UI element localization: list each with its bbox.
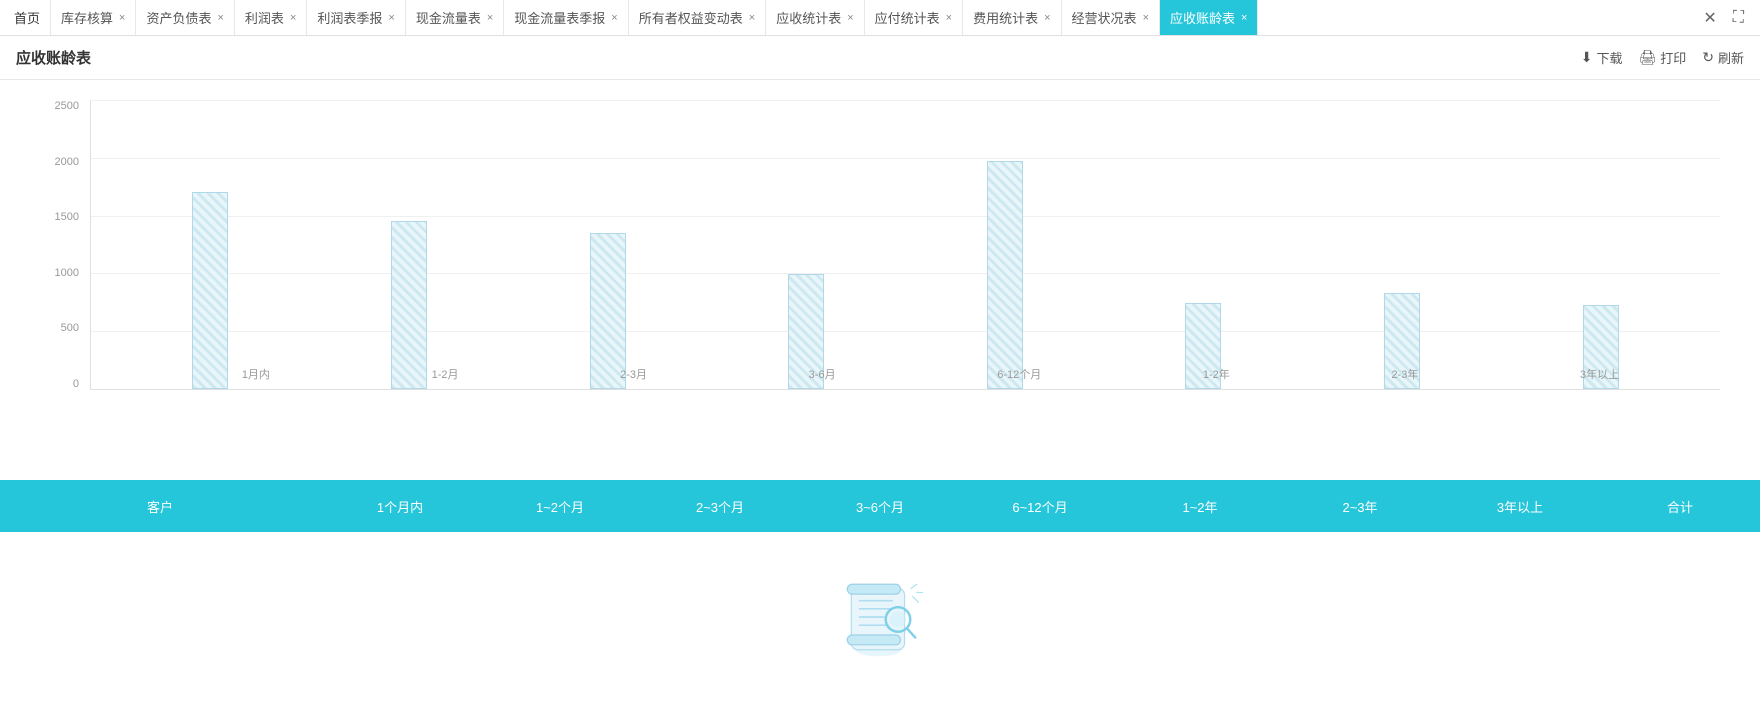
tab-bar: 首页库存核算×资产负债表×利润表×利润表季报×现金流量表×现金流量表季报×所有者… xyxy=(0,0,1760,36)
x-axis-label: 1月内 xyxy=(242,366,270,382)
tab-cashflow[interactable]: 现金流量表 × xyxy=(406,0,504,36)
refresh-button[interactable]: ↻ 刷新 xyxy=(1702,48,1744,67)
tab-expense-stats[interactable]: 费用统计表 × xyxy=(963,0,1061,36)
tab-cashflow-quarter[interactable]: 现金流量表季报 × xyxy=(504,0,628,36)
y-axis-label: 2500 xyxy=(55,100,79,112)
tab-close-balance-sheet[interactable]: × xyxy=(217,12,223,24)
tab-balance-sheet[interactable]: 资产负债表 × xyxy=(136,0,234,36)
tab-label-operations: 经营状况表 xyxy=(1072,8,1137,27)
empty-state xyxy=(0,532,1760,682)
chart-area: 2500 2000 1500 1000 500 0 1月内 1-2月 2-3月 3-6月 6-12… xyxy=(0,80,1760,480)
y-axis-label: 1500 xyxy=(55,211,79,223)
bar-6-12个月 xyxy=(987,161,1023,389)
page-title: 应收账龄表 xyxy=(16,47,91,68)
table-header-cell: 客户 xyxy=(0,497,320,516)
tab-profit-quarter[interactable]: 利润表季报 × xyxy=(307,0,405,36)
tab-ar-aging[interactable]: 应收账龄表 × xyxy=(1160,0,1258,36)
tab-label-ar-stats: 应收统计表 xyxy=(776,8,841,27)
bar-group xyxy=(987,161,1023,389)
tab-close-stock-calc[interactable]: × xyxy=(119,12,125,24)
tab-ap-stats[interactable]: 应付统计表 × xyxy=(865,0,963,36)
window-maximize-button[interactable]: ⛶ xyxy=(1729,5,1748,31)
table-header-cell: 1~2个月 xyxy=(480,497,640,516)
y-axis-label: 500 xyxy=(61,322,79,334)
tab-ar-stats[interactable]: 应收统计表 × xyxy=(766,0,864,36)
window-controls: ✕ ⛶ xyxy=(1691,4,1756,32)
tab-close-operations[interactable]: × xyxy=(1143,12,1149,24)
tab-close-ar-aging[interactable]: × xyxy=(1241,12,1247,24)
x-axis-label: 3-6月 xyxy=(809,366,836,382)
header-actions: ⬇ 下载 🖨 打印 ↻ 刷新 xyxy=(1581,48,1744,67)
table-header-cell: 6~12个月 xyxy=(960,497,1120,516)
tab-stock-calc[interactable]: 库存核算 × xyxy=(51,0,136,36)
chart-container: 2500 2000 1500 1000 500 0 1月内 1-2月 2-3月 3-6月 6-12… xyxy=(40,100,1720,420)
x-axis-label: 3年以上 xyxy=(1580,366,1619,382)
empty-state-icon xyxy=(830,572,930,662)
tab-label-cashflow: 现金流量表 xyxy=(416,8,481,27)
tab-close-expense-stats[interactable]: × xyxy=(1044,12,1050,24)
tab-label-expense-stats: 费用统计表 xyxy=(973,8,1038,27)
y-axis-label: 0 xyxy=(73,378,79,390)
x-axis-label: 6-12个月 xyxy=(997,366,1041,382)
table-header-cell: 1个月内 xyxy=(320,497,480,516)
tab-equity-change[interactable]: 所有者权益变动表 × xyxy=(629,0,766,36)
table-header-cell: 1~2年 xyxy=(1120,497,1280,516)
page-header: 应收账龄表 ⬇ 下载 🖨 打印 ↻ 刷新 xyxy=(0,36,1760,80)
bars-area xyxy=(91,100,1720,389)
table-header: 客户1个月内1~2个月2~3个月3~6个月6~12个月1~2年2~3年3年以上合… xyxy=(0,480,1760,532)
y-axis-label: 1000 xyxy=(55,267,79,279)
x-axis-label: 2-3月 xyxy=(620,366,647,382)
download-icon: ⬇ xyxy=(1581,49,1593,66)
tab-label-cashflow-quarter: 现金流量表季报 xyxy=(514,8,605,27)
x-axis-label: 1-2月 xyxy=(432,366,459,382)
table-header-cell: 3年以上 xyxy=(1440,497,1600,516)
x-labels: 1月内 1-2月 2-3月 3-6月 6-12个月 1-2年 2-3年 3年以上 xyxy=(141,359,1720,389)
main-content: 2500 2000 1500 1000 500 0 1月内 1-2月 2-3月 3-6月 6-12… xyxy=(0,80,1760,720)
tab-profit[interactable]: 利润表 × xyxy=(235,0,307,36)
tab-close-ap-stats[interactable]: × xyxy=(946,12,952,24)
tab-label-ap-stats: 应付统计表 xyxy=(875,8,940,27)
x-axis-label: 2-3年 xyxy=(1391,366,1418,382)
tab-home[interactable]: 首页 xyxy=(4,0,51,36)
print-icon: 🖨 xyxy=(1638,49,1656,66)
tab-close-ar-stats[interactable]: × xyxy=(847,12,853,24)
tab-operations[interactable]: 经营状况表 × xyxy=(1062,0,1160,36)
tab-close-cashflow-quarter[interactable]: × xyxy=(611,12,617,24)
y-axis-label: 2000 xyxy=(55,156,79,168)
tab-label-equity-change: 所有者权益变动表 xyxy=(639,8,743,27)
tab-close-cashflow[interactable]: × xyxy=(487,12,493,24)
tab-label-profit-quarter: 利润表季报 xyxy=(317,8,382,27)
table-header-cell: 合计 xyxy=(1600,497,1760,516)
tab-close-profit-quarter[interactable]: × xyxy=(388,12,394,24)
x-axis-label: 1-2年 xyxy=(1203,366,1230,382)
print-button[interactable]: 🖨 打印 xyxy=(1638,48,1686,67)
download-button[interactable]: ⬇ 下载 xyxy=(1581,48,1623,67)
tab-label-ar-aging: 应收账龄表 xyxy=(1170,8,1235,27)
table-header-cell: 2~3个月 xyxy=(640,497,800,516)
chart-body: 1月内 1-2月 2-3月 3-6月 6-12个月 1-2年 2-3年 3年以上 xyxy=(90,100,1720,390)
tab-label-balance-sheet: 资产负债表 xyxy=(146,8,211,27)
window-close-button[interactable]: ✕ xyxy=(1699,4,1720,32)
tab-label-stock-calc: 库存核算 xyxy=(61,8,113,27)
tab-label-home: 首页 xyxy=(14,8,40,27)
tab-close-equity-change[interactable]: × xyxy=(749,12,755,24)
table-header-cell: 3~6个月 xyxy=(800,497,960,516)
refresh-icon: ↻ xyxy=(1702,49,1714,66)
table-header-cell: 2~3年 xyxy=(1280,497,1440,516)
tab-close-profit[interactable]: × xyxy=(290,12,296,24)
tab-label-profit: 利润表 xyxy=(245,8,284,27)
chart-y-axis: 2500 2000 1500 1000 500 0 xyxy=(40,100,85,390)
